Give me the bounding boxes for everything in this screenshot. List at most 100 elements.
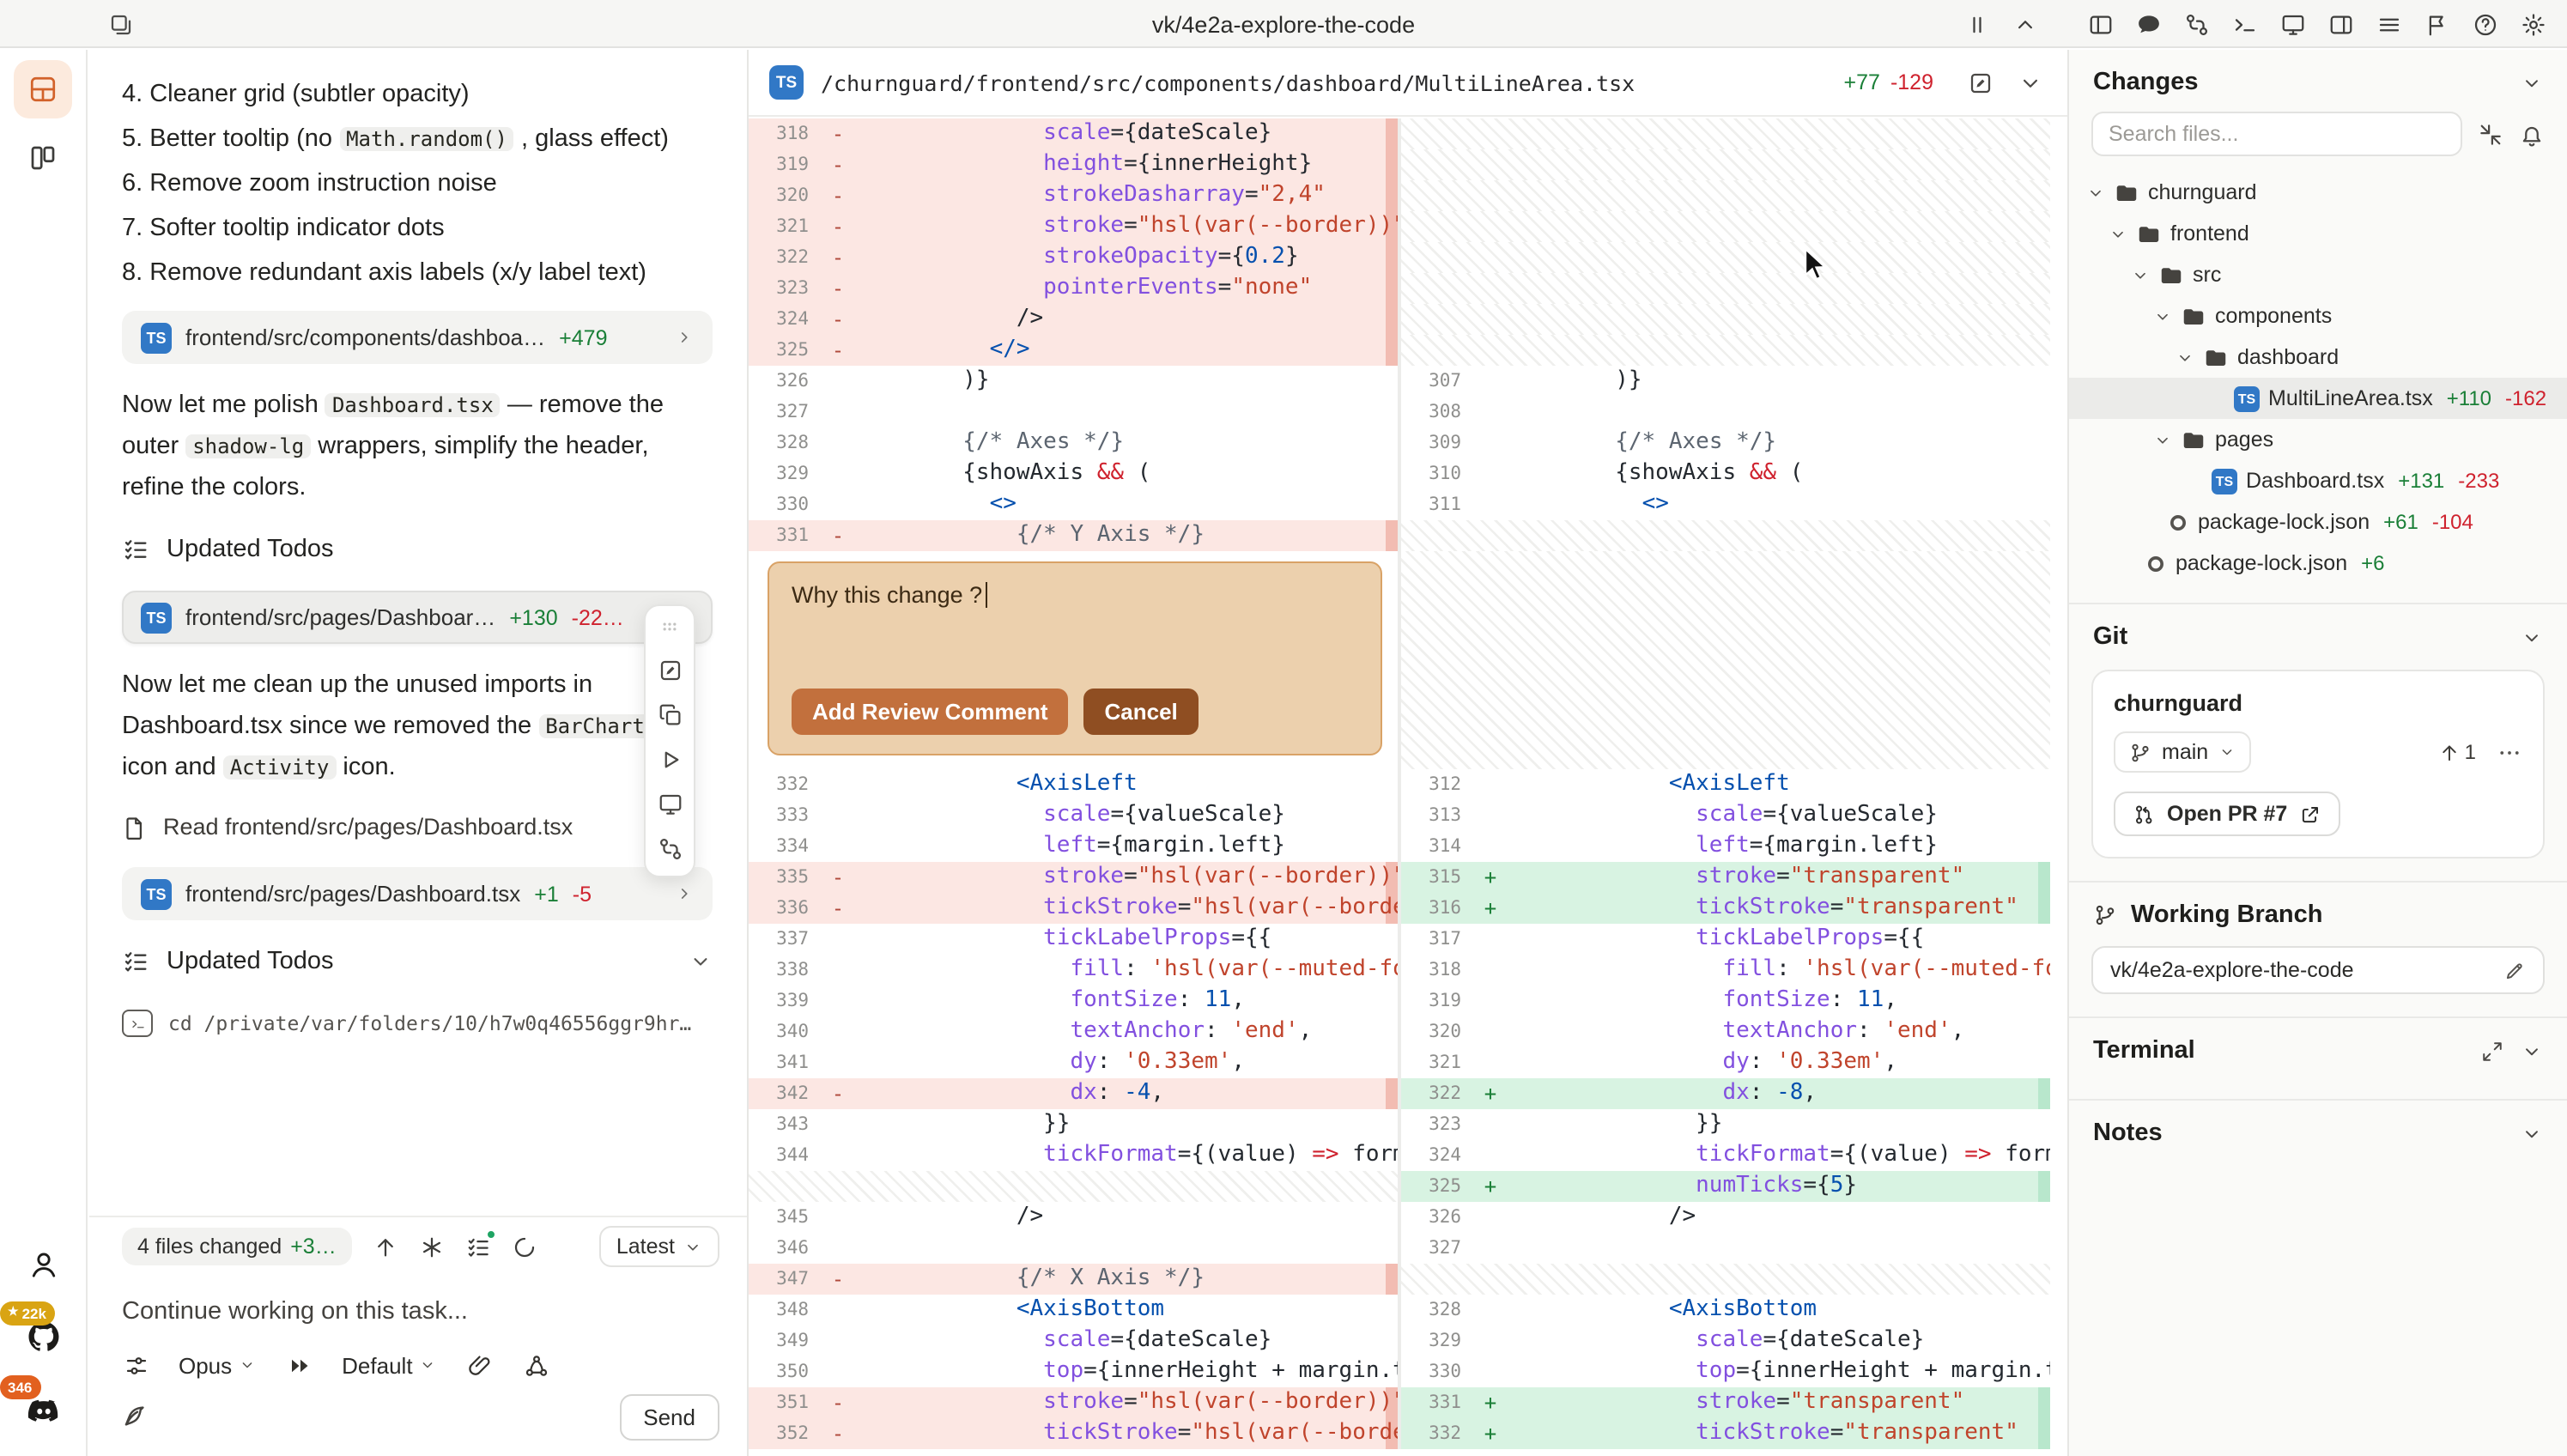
- tree-item-src[interactable]: src: [2069, 254, 2567, 295]
- diff-line-left[interactable]: 341 dy: '0.33em',: [749, 1047, 1398, 1078]
- diff-line-right[interactable]: 315+ stroke="transparent": [1401, 862, 2050, 893]
- pause-button[interactable]: [1964, 11, 1990, 37]
- diff-line-left[interactable]: 342- dx: -4,: [749, 1078, 1398, 1109]
- scroll-to-top-button[interactable]: [373, 1234, 398, 1259]
- diff-line-right[interactable]: 326 />: [1401, 1202, 2050, 1233]
- diff-line-right[interactable]: 320 textAnchor: 'end',: [1401, 1016, 2050, 1047]
- diff-line-right[interactable]: 332+ tickStroke="transparent": [1401, 1418, 2050, 1449]
- file-chip[interactable]: TSfrontend/src/pages/Dashboard.tsx+1-5: [122, 867, 713, 920]
- diff-line-right[interactable]: 325+ numTicks={5}: [1401, 1171, 2050, 1202]
- diff-line-right[interactable]: 309 {/* Axes */}: [1401, 428, 2050, 458]
- files-changed-chip[interactable]: 4 files changed +3…: [122, 1228, 352, 1265]
- diff-line-left[interactable]: 343 }}: [749, 1109, 1398, 1140]
- diff-line-left[interactable]: 339 fontSize: 11,: [749, 986, 1398, 1016]
- fast-forward-button[interactable]: [276, 1343, 321, 1387]
- diff-line-left[interactable]: 346: [749, 1233, 1398, 1264]
- diff-line-right[interactable]: 316+ tickStroke="transparent": [1401, 893, 2050, 924]
- diff-line-left[interactable]: 322- strokeOpacity={0.2}: [749, 242, 1398, 273]
- diff-line-left[interactable]: 336- tickStroke="hsl(var(--border))": [749, 893, 1398, 924]
- discord-link[interactable]: 346: [25, 1392, 61, 1429]
- terminal-section-header[interactable]: Terminal: [2069, 1018, 2567, 1080]
- tree-item-dashboard[interactable]: dashboard: [2069, 337, 2567, 378]
- diff-line-left[interactable]: 328 {/* Axes */}: [749, 428, 1398, 458]
- todos-button[interactable]: [465, 1234, 491, 1259]
- monitor-button[interactable]: [2280, 11, 2306, 37]
- collapse-diff-button[interactable]: [2018, 70, 2043, 95]
- diff-line-left[interactable]: 329 {showAxis && (: [749, 458, 1398, 489]
- diff-line-right[interactable]: 330 top={innerHeight + margin.top}: [1401, 1356, 2050, 1387]
- diff-line-right[interactable]: 307 )}: [1401, 366, 2050, 397]
- diff-line-left[interactable]: 337 tickLabelProps={{: [749, 924, 1398, 955]
- tree-item-package-lock.json[interactable]: package-lock.json+6: [2069, 543, 2567, 584]
- pencil-icon[interactable]: [2503, 959, 2526, 981]
- diff-line-right[interactable]: 317 tickLabelProps={{: [1401, 924, 2050, 955]
- mode-dropdown[interactable]: Default: [333, 1345, 445, 1385]
- working-branch-input[interactable]: vk/4e2a-explore-the-code: [2091, 946, 2545, 994]
- notifications-button[interactable]: [2519, 121, 2545, 147]
- diff-line-right[interactable]: 331+ stroke="transparent": [1401, 1387, 2050, 1418]
- diff-line-right[interactable]: 311 <>: [1401, 489, 2050, 520]
- diff-line-right[interactable]: 322+ dx: -8,: [1401, 1078, 2050, 1109]
- git-compare-button[interactable]: [2184, 11, 2210, 37]
- collapse-tree-button[interactable]: [2478, 121, 2503, 147]
- diff-line-left[interactable]: 345 />: [749, 1202, 1398, 1233]
- annotate-button[interactable]: [657, 658, 683, 683]
- file-chip[interactable]: TSfrontend/src/components/dashboa…+479: [122, 311, 713, 364]
- chevron-down-icon[interactable]: [689, 949, 713, 974]
- diff-line-left[interactable]: 333 scale={valueScale}: [749, 800, 1398, 831]
- diff-line-right[interactable]: 329 scale={dateScale}: [1401, 1326, 2050, 1356]
- todos-row[interactable]: Updated Todos: [122, 941, 713, 982]
- diff-line-left[interactable]: 334 left={margin.left}: [749, 831, 1398, 862]
- diff-line-right[interactable]: 310 {showAxis && (: [1401, 458, 2050, 489]
- git-section-header[interactable]: Git: [2069, 604, 2567, 666]
- send-button[interactable]: Send: [619, 1394, 719, 1441]
- model-dropdown[interactable]: Opus: [170, 1345, 264, 1385]
- diff-line-right[interactable]: 321 dy: '0.33em',: [1401, 1047, 2050, 1078]
- tree-item-Dashboard.tsx[interactable]: TSDashboard.tsx+131-233: [2069, 460, 2567, 501]
- diff-line-left[interactable]: 350 top={innerHeight + margin.top}: [749, 1356, 1398, 1387]
- tree-item-churnguard[interactable]: churnguard: [2069, 172, 2567, 213]
- diff-line-left[interactable]: 319- height={innerHeight}: [749, 149, 1398, 180]
- expand-icon[interactable]: [2481, 1040, 2503, 1062]
- menu-button[interactable]: [2376, 11, 2402, 37]
- terminal-command-row[interactable]: cd /private/var/folders/10/h7w0q46556ggr…: [122, 1003, 713, 1044]
- drag-handle[interactable]: [658, 615, 682, 639]
- diff-line-left[interactable]: 318- scale={dateScale}: [749, 118, 1398, 149]
- diff-line-right[interactable]: 318 fill: 'hsl(var(--muted-foreground))'…: [1401, 955, 2050, 986]
- diff-line-left[interactable]: 352- tickStroke="hsl(var(--border))": [749, 1418, 1398, 1449]
- todos-row[interactable]: Updated Todos: [122, 529, 713, 570]
- compose-note-button[interactable]: [120, 1403, 148, 1430]
- cancel-comment-button[interactable]: Cancel: [1084, 689, 1199, 735]
- gear-button[interactable]: [2521, 11, 2546, 37]
- help-button[interactable]: [2473, 11, 2498, 37]
- git-more-options-button[interactable]: [2497, 739, 2522, 765]
- play-button[interactable]: [657, 747, 683, 773]
- diff-line-left[interactable]: 347- {/* X Axis */}: [749, 1264, 1398, 1295]
- diff-line-right[interactable]: 308: [1401, 397, 2050, 428]
- diff-content[interactable]: 318- scale={dateScale}319- height={inner…: [749, 118, 2067, 1456]
- branch-selector[interactable]: main: [2114, 731, 2251, 773]
- comment-draft-text[interactable]: Why this change ?: [792, 582, 982, 608]
- diff-line-right[interactable]: 313 scale={valueScale}: [1401, 800, 2050, 831]
- diff-line-left[interactable]: 330 <>: [749, 489, 1398, 520]
- diff-line-right[interactable]: 328 <AxisBottom: [1401, 1295, 2050, 1326]
- diff-line-left[interactable]: 325- </>: [749, 335, 1398, 366]
- diff-line-right[interactable]: 323 }}: [1401, 1109, 2050, 1140]
- settings-sliders-button[interactable]: [113, 1343, 158, 1387]
- git-compare-button[interactable]: [657, 836, 683, 862]
- copy-button[interactable]: [657, 702, 683, 728]
- diff-line-left[interactable]: 324- />: [749, 304, 1398, 335]
- diff-line-left[interactable]: 340 textAnchor: 'end',: [749, 1016, 1398, 1047]
- diff-line-right[interactable]: 314 left={margin.left}: [1401, 831, 2050, 862]
- tree-item-pages[interactable]: pages: [2069, 419, 2567, 460]
- spark-button[interactable]: [419, 1234, 445, 1259]
- workspace-view-button[interactable]: [14, 60, 72, 118]
- diff-line-left[interactable]: 348 <AxisBottom: [749, 1295, 1398, 1326]
- diff-line-left[interactable]: 331- {/* Y Axis */}: [749, 520, 1398, 551]
- board-view-button[interactable]: [14, 129, 72, 187]
- panel-right-button[interactable]: [2328, 11, 2354, 37]
- file-chip[interactable]: TSfrontend/src/pages/Dashboar…+130-22…: [122, 591, 713, 644]
- diff-line-left[interactable]: 320- strokeDasharray="2,4": [749, 180, 1398, 211]
- chat-input[interactable]: Continue working on this task...: [89, 1276, 747, 1329]
- github-link[interactable]: ★22k: [25, 1319, 61, 1355]
